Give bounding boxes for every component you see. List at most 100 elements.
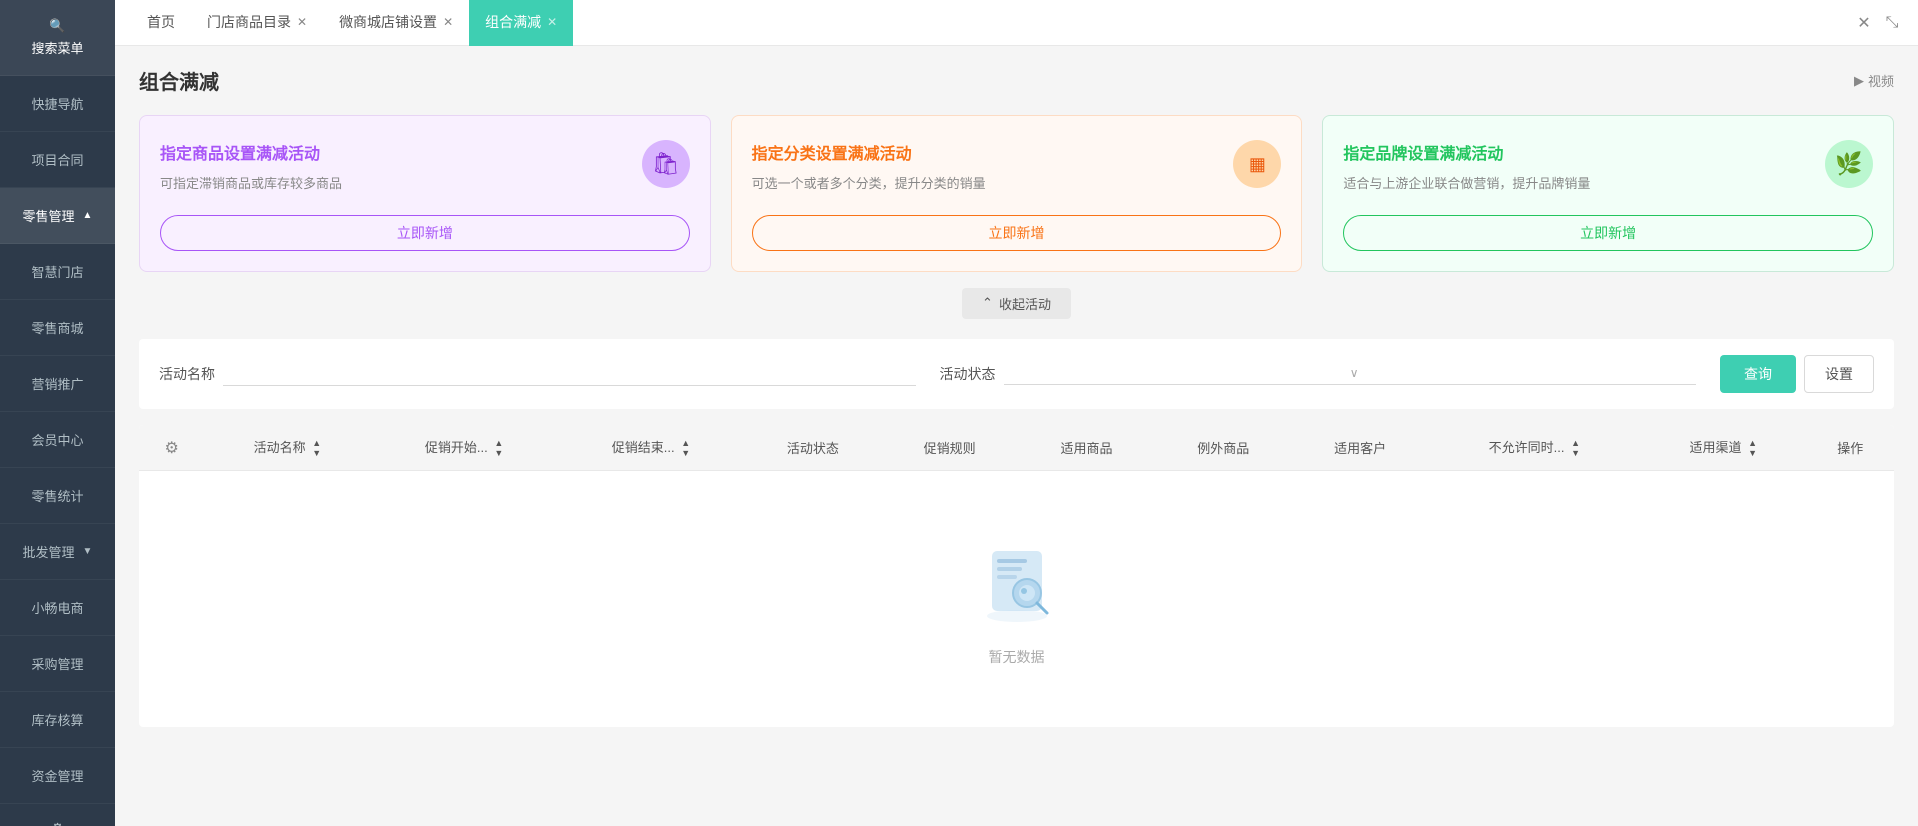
sidebar-item-label: 采购管理 bbox=[31, 654, 83, 673]
table-header-row: ⚙ 活动名称 ▲▼ 促销开始... ▲▼ 促销结束... bbox=[139, 425, 1894, 471]
tab-wechat-store[interactable]: 微商城店铺设置 ✕ bbox=[323, 0, 469, 46]
th-start-label: 促销开始... bbox=[425, 440, 488, 455]
th-rule: 促销规则 bbox=[881, 425, 1018, 471]
video-link[interactable]: ▶ 视频 bbox=[1854, 71, 1894, 90]
sidebar-item-purchase[interactable]: 采购管理 bbox=[0, 636, 115, 692]
filter-row: 活动名称 活动状态 ∨ 查询 设置 bbox=[139, 339, 1894, 409]
sidebar-item-project[interactable]: 项目合同 bbox=[0, 132, 115, 188]
product-card-desc: 可指定滞销商品或库存较多商品 bbox=[160, 174, 690, 195]
tab-combo-discount-close[interactable]: ✕ bbox=[547, 15, 557, 29]
gear-icon: ⚙ bbox=[51, 820, 64, 826]
gear-icon: ⚙ bbox=[164, 440, 178, 457]
collapse-button-label: 收起活动 bbox=[999, 294, 1051, 313]
empty-illustration bbox=[967, 531, 1067, 631]
sidebar-item-label: 零售商城 bbox=[31, 318, 83, 337]
sidebar-search[interactable]: 🔍 搜索菜单 bbox=[0, 0, 115, 76]
sidebar-item-label: 库存核算 bbox=[31, 710, 83, 729]
sidebar-item-finance[interactable]: 资金管理 bbox=[0, 748, 115, 804]
sort-icon: ▲▼ bbox=[1748, 438, 1757, 458]
th-start[interactable]: 促销开始... ▲▼ bbox=[371, 425, 558, 471]
sidebar-item-xpc[interactable]: 小畅电商 bbox=[0, 580, 115, 636]
th-rule-label: 促销规则 bbox=[924, 441, 976, 456]
tab-bar: 首页 门店商品目录 ✕ 微商城店铺设置 ✕ 组合满减 ✕ ✕ ⤡ bbox=[115, 0, 1918, 46]
tab-wechat-store-close[interactable]: ✕ bbox=[443, 15, 453, 29]
tab-combo-discount-label: 组合满减 bbox=[485, 12, 541, 32]
content-area: 组合满减 ▶ 视频 🛍 指定商品设置满减活动 可指定滞销商品或库存较多商品 立即… bbox=[115, 46, 1918, 826]
category-card-desc: 可选一个或者多个分类，提升分类的销量 bbox=[752, 174, 1282, 195]
brand-card-desc: 适合与上游企业联合做营销，提升品牌销量 bbox=[1343, 174, 1873, 195]
sidebar-item-label: 会员中心 bbox=[31, 430, 83, 449]
sort-icon: ▲▼ bbox=[312, 438, 321, 458]
close-window-icon[interactable]: ✕ bbox=[1854, 13, 1874, 33]
product-activity-card: 🛍 指定商品设置满减活动 可指定滞销商品或库存较多商品 立即新增 bbox=[139, 115, 711, 272]
th-exclude-label: 例外商品 bbox=[1197, 441, 1249, 456]
th-status-label: 活动状态 bbox=[787, 441, 839, 456]
sidebar-item-retail[interactable]: 零售管理 ▲ bbox=[0, 188, 115, 244]
tab-product-catalog[interactable]: 门店商品目录 ✕ bbox=[191, 0, 323, 46]
sidebar-item-label: 资金管理 bbox=[31, 766, 83, 785]
empty-state: 暂无数据 bbox=[139, 471, 1894, 727]
th-end[interactable]: 促销结束... ▲▼ bbox=[558, 425, 745, 471]
search-icon: 🔍 bbox=[49, 18, 65, 34]
play-circle-icon: ▶ bbox=[1854, 73, 1864, 89]
settings-button[interactable]: 设置 bbox=[1804, 355, 1874, 393]
activity-status-label: 活动状态 bbox=[940, 364, 996, 384]
collapse-activity-button[interactable]: ⌃ 收起活动 bbox=[962, 288, 1071, 319]
sidebar-item-marketing[interactable]: 营销推广 bbox=[0, 356, 115, 412]
brand-card-add-button[interactable]: 立即新增 bbox=[1343, 215, 1873, 251]
tab-bar-actions: ✕ ⤡ bbox=[1854, 13, 1902, 33]
brand-card-icon: 🌿 bbox=[1825, 140, 1873, 188]
sort-icon: ▲▼ bbox=[681, 438, 690, 458]
activity-status-filter: 活动状态 ∨ bbox=[940, 362, 1697, 385]
th-no-overlap[interactable]: 不允许同时... ▲▼ bbox=[1429, 425, 1641, 471]
brand-card-title: 指定品牌设置满减活动 bbox=[1343, 140, 1873, 164]
category-card-icon: ▦ bbox=[1233, 140, 1281, 188]
sidebar-item-retail-stats[interactable]: 零售统计 bbox=[0, 468, 115, 524]
tab-product-catalog-close[interactable]: ✕ bbox=[297, 15, 307, 29]
sidebar-item-inventory[interactable]: 库存核算 bbox=[0, 692, 115, 748]
page-header: 组合满减 ▶ 视频 bbox=[139, 66, 1894, 95]
activity-name-filter: 活动名称 bbox=[159, 361, 916, 386]
sidebar-item-wholesale[interactable]: 批发管理 ▼ bbox=[0, 524, 115, 580]
category-card-add-button[interactable]: 立即新增 bbox=[752, 215, 1282, 251]
sidebar-item-retail-mall[interactable]: 零售商城 bbox=[0, 300, 115, 356]
sidebar-item-label: 小畅电商 bbox=[31, 598, 83, 617]
sort-icon: ▲▼ bbox=[1571, 438, 1580, 458]
activity-status-select[interactable]: ∨ bbox=[1004, 362, 1697, 385]
chevron-down-icon: ∨ bbox=[1350, 366, 1696, 380]
chevron-down-icon: ▼ bbox=[83, 546, 93, 557]
sidebar-search-label: 搜索菜单 bbox=[31, 38, 83, 57]
th-name-label: 活动名称 bbox=[254, 440, 306, 455]
page-title: 组合满减 bbox=[139, 66, 219, 95]
category-card-title: 指定分类设置满减活动 bbox=[752, 140, 1282, 164]
sidebar-item-member[interactable]: 会员中心 bbox=[0, 412, 115, 468]
sidebar-settings[interactable]: ⚙ bbox=[0, 804, 115, 826]
product-card-icon: 🛍 bbox=[642, 140, 690, 188]
activity-name-input[interactable] bbox=[223, 361, 916, 386]
sidebar-item-label: 零售管理 bbox=[23, 206, 75, 225]
resize-window-icon[interactable]: ⤡ bbox=[1882, 13, 1902, 33]
sidebar-item-label: 营销推广 bbox=[31, 374, 83, 393]
product-card-title: 指定商品设置满减活动 bbox=[160, 140, 690, 164]
tab-home[interactable]: 首页 bbox=[131, 0, 191, 46]
sidebar-item-quick-nav[interactable]: 快捷导航 bbox=[0, 76, 115, 132]
th-name[interactable]: 活动名称 ▲▼ bbox=[204, 425, 370, 471]
th-gear[interactable]: ⚙ bbox=[139, 425, 204, 471]
th-channel[interactable]: 适用渠道 ▲▼ bbox=[1640, 425, 1806, 471]
query-button[interactable]: 查询 bbox=[1720, 355, 1796, 393]
tab-combo-discount[interactable]: 组合满减 ✕ bbox=[469, 0, 573, 46]
product-card-add-button[interactable]: 立即新增 bbox=[160, 215, 690, 251]
sidebar-item-label: 智慧门店 bbox=[31, 262, 83, 281]
sidebar-item-smart-store[interactable]: 智慧门店 bbox=[0, 244, 115, 300]
th-goods: 适用商品 bbox=[1018, 425, 1155, 471]
activity-cards: 🛍 指定商品设置满减活动 可指定滞销商品或库存较多商品 立即新增 ▦ 指定分类设… bbox=[139, 115, 1894, 272]
activity-table: ⚙ 活动名称 ▲▼ 促销开始... ▲▼ 促销结束... bbox=[139, 425, 1894, 728]
tab-home-label: 首页 bbox=[147, 12, 175, 32]
chevron-up-icon: ▲ bbox=[83, 210, 93, 221]
sidebar: 🔍 搜索菜单 快捷导航 项目合同 零售管理 ▲ 智慧门店 零售商城 营销推广 会… bbox=[0, 0, 115, 826]
th-customer-label: 适用客户 bbox=[1334, 441, 1386, 456]
brand-activity-card: 🌿 指定品牌设置满减活动 适合与上游企业联合做营销，提升品牌销量 立即新增 bbox=[1322, 115, 1894, 272]
th-action-label: 操作 bbox=[1837, 441, 1863, 456]
th-end-label: 促销结束... bbox=[612, 440, 675, 455]
filter-buttons: 查询 设置 bbox=[1720, 355, 1874, 393]
